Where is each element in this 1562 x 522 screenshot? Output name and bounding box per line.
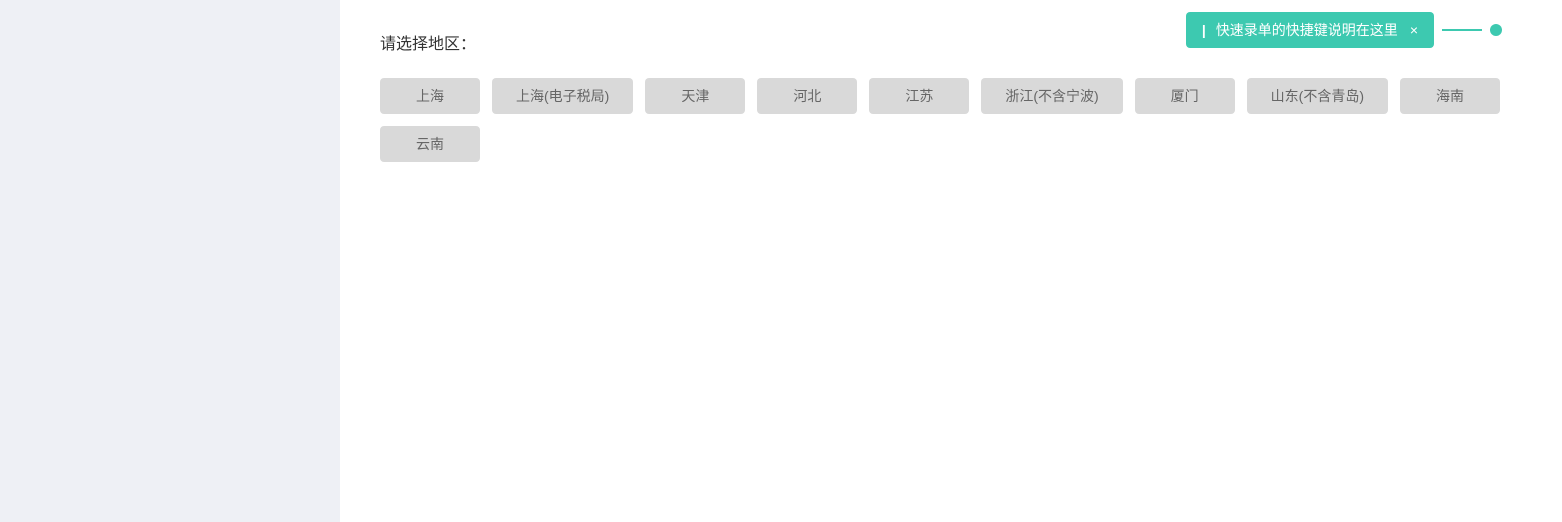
region-btn-tianjin[interactable]: 天津 [645, 78, 745, 114]
tooltip-bubble: 快速录单的快捷键说明在这里 × [1186, 12, 1434, 48]
region-btn-hainan[interactable]: 海南 [1400, 78, 1500, 114]
tooltip-close-button[interactable]: × [1410, 22, 1418, 38]
region-btn-shanghai[interactable]: 上海 [380, 78, 480, 114]
tooltip-connector-line [1442, 29, 1482, 31]
sidebar [0, 0, 340, 522]
region-btn-shandong[interactable]: 山东(不含青岛) [1247, 78, 1388, 114]
region-btn-shanghai-etax[interactable]: 上海(电子税局) [492, 78, 633, 114]
region-btn-jiangsu[interactable]: 江苏 [869, 78, 969, 114]
region-btn-yunnan[interactable]: 云南 [380, 126, 480, 162]
tooltip-container: 快速录单的快捷键说明在这里 × [1186, 12, 1502, 48]
tooltip-connector-dot [1490, 24, 1502, 36]
region-buttons-container: 上海上海(电子税局) 天津河北江苏浙江(不含宁波) 厦门山东(不含青岛) 海南云南 [380, 78, 1522, 162]
region-btn-hebei[interactable]: 河北 [757, 78, 857, 114]
region-btn-xiamen[interactable]: 厦门 [1135, 78, 1235, 114]
region-btn-zhejiang[interactable]: 浙江(不含宁波) [981, 78, 1122, 114]
tooltip-text: 快速录单的快捷键说明在这里 [1216, 20, 1398, 40]
main-content: 请选择地区： 上海上海(电子税局)天津河北江苏浙江(不含宁波)厦门山东(不含青岛… [340, 0, 1562, 522]
